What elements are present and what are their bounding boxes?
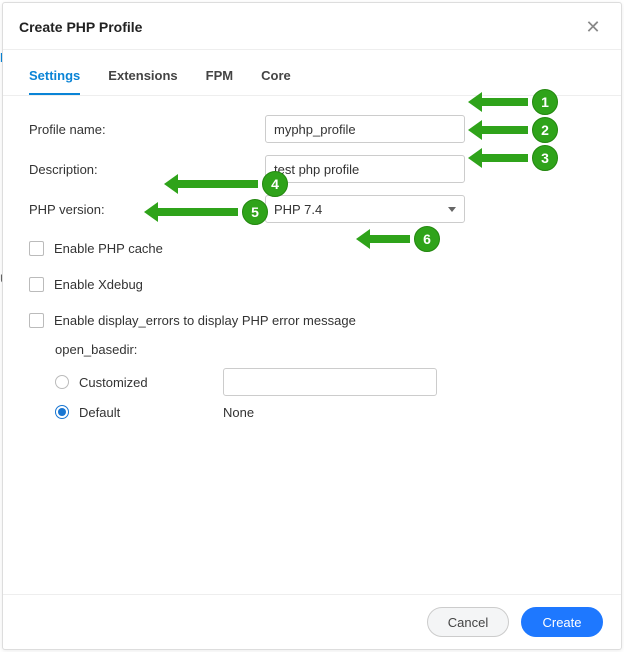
php-version-value: PHP 7.4 [274, 202, 322, 217]
profile-name-input[interactable] [265, 115, 465, 143]
dialog-footer: Cancel Create [3, 594, 621, 649]
close-icon[interactable]: ✕ [581, 15, 605, 39]
enable-display-errors-checkbox[interactable] [29, 313, 44, 328]
description-input[interactable] [265, 155, 465, 183]
open-basedir-default-radio[interactable] [55, 405, 69, 419]
tab-core[interactable]: Core [261, 60, 291, 95]
open-basedir-default-value: None [223, 405, 254, 420]
tab-settings[interactable]: Settings [29, 60, 80, 95]
description-label: Description: [29, 162, 265, 177]
cancel-button[interactable]: Cancel [427, 607, 509, 637]
enable-php-cache-label: Enable PHP cache [54, 241, 163, 256]
enable-php-cache-checkbox[interactable] [29, 241, 44, 256]
open-basedir-default-label: Default [79, 405, 223, 420]
chevron-down-icon [448, 207, 456, 212]
tab-extensions[interactable]: Extensions [108, 60, 177, 95]
enable-display-errors-label: Enable display_errors to display PHP err… [54, 313, 356, 328]
open-basedir-label: open_basedir: [55, 342, 595, 357]
open-basedir-customized-radio[interactable] [55, 375, 69, 389]
tab-fpm[interactable]: FPM [206, 60, 233, 95]
dialog-header: Create PHP Profile ✕ [3, 3, 621, 50]
create-button[interactable]: Create [521, 607, 603, 637]
enable-xdebug-label: Enable Xdebug [54, 277, 143, 292]
tabs: Settings Extensions FPM Core [3, 50, 621, 96]
profile-name-label: Profile name: [29, 122, 265, 137]
enable-xdebug-checkbox[interactable] [29, 277, 44, 292]
create-php-profile-dialog: Create PHP Profile ✕ Settings Extensions F… [2, 2, 622, 650]
open-basedir-customized-input[interactable] [223, 368, 437, 396]
open-basedir-customized-label: Customized [79, 375, 223, 390]
php-version-label: PHP version: [29, 202, 265, 217]
dialog-title: Create PHP Profile [19, 19, 142, 35]
php-version-select[interactable]: PHP 7.4 [265, 195, 465, 223]
dialog-content: Profile name: Description: PHP version: … [3, 96, 621, 594]
